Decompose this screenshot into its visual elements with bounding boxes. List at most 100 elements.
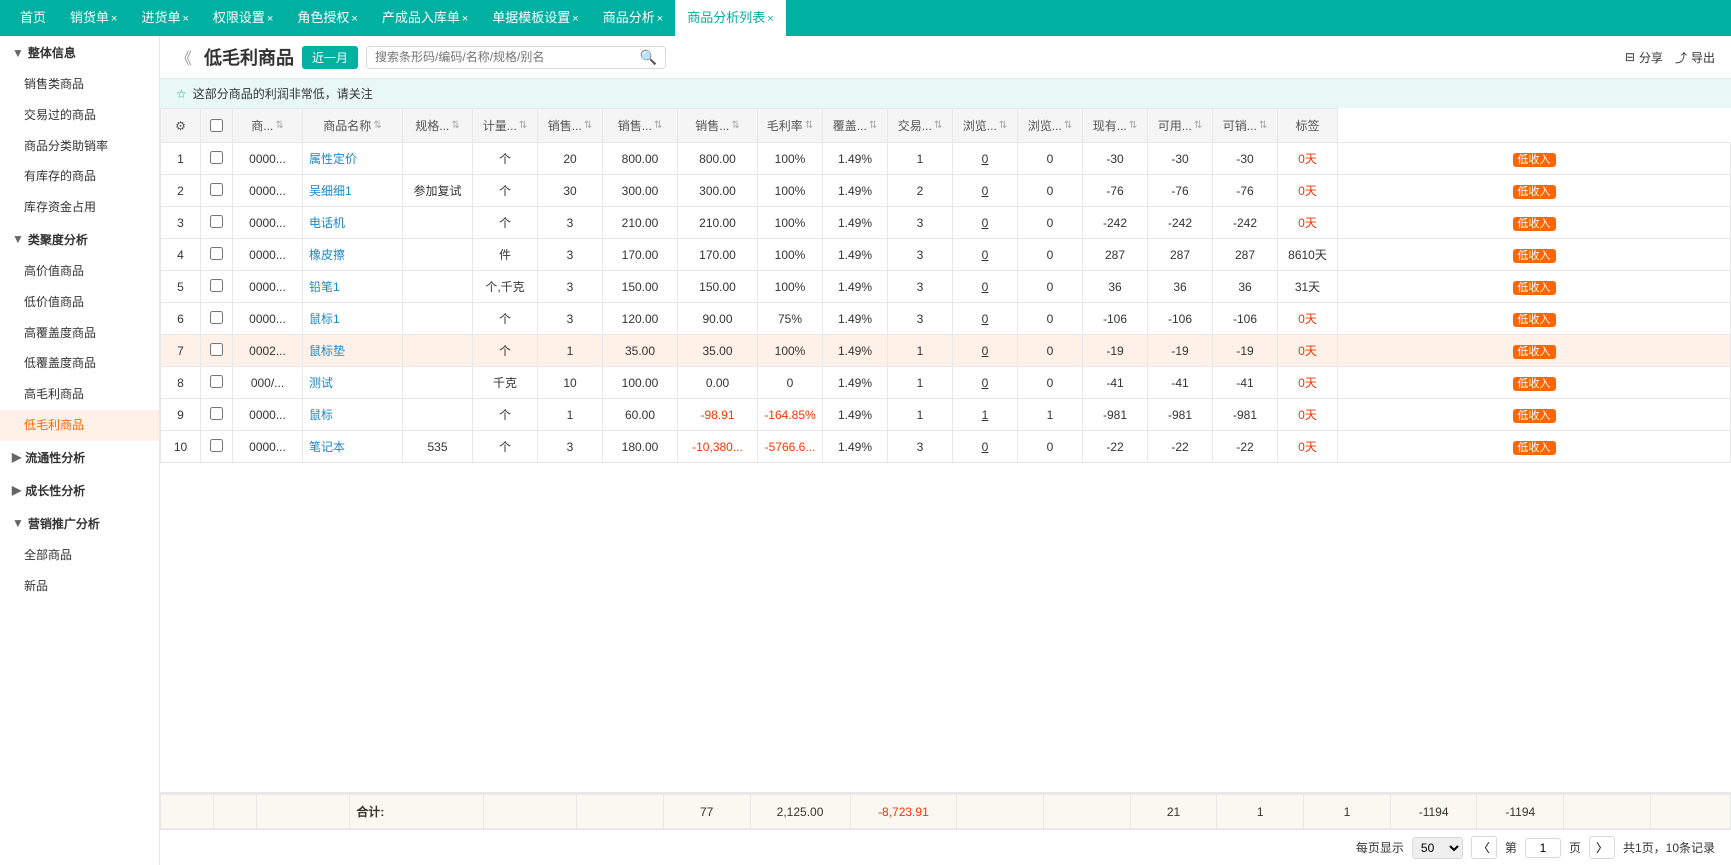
row-name[interactable]: 橡皮擦 (303, 239, 403, 271)
row-checkbox[interactable] (210, 183, 223, 196)
row-checkbox[interactable] (210, 343, 223, 356)
nav-analysis-list-close[interactable]: × (767, 13, 773, 25)
sidebar-item-sales-goods[interactable]: 销售类商品 (0, 69, 159, 100)
sidebar-item-low-coverage[interactable]: 低覆盖度商品 (0, 348, 159, 379)
row-name[interactable]: 鼠标垫 (303, 335, 403, 367)
table-container[interactable]: ⚙ 商...⇅ 商品名称⇅ 规格...⇅ (160, 108, 1731, 792)
nav-template-close[interactable]: × (572, 13, 578, 25)
row-trade-link[interactable]: 0 (982, 344, 989, 358)
col-profit-rate-sort[interactable]: ⇅ (805, 120, 813, 131)
sidebar-item-all-goods[interactable]: 全部商品 (0, 540, 159, 571)
settings-icon[interactable]: ⚙ (175, 119, 186, 133)
next-page-button[interactable]: 〉 (1589, 836, 1615, 859)
sidebar-item-low-value[interactable]: 低价值商品 (0, 287, 159, 318)
row-trade[interactable]: 0 (953, 271, 1018, 303)
row-checkbox[interactable] (210, 439, 223, 452)
col-trade-sort[interactable]: ⇅ (934, 120, 942, 131)
row-name[interactable]: 属性定价 (303, 143, 403, 175)
sidebar-collapse-icon[interactable]: 《 (176, 45, 192, 69)
row-checkbox-cell[interactable] (201, 431, 233, 463)
row-trade[interactable]: 0 (953, 335, 1018, 367)
col-browse1-sort[interactable]: ⇅ (999, 120, 1007, 131)
row-name[interactable]: 鼠标1 (303, 303, 403, 335)
row-checkbox-cell[interactable] (201, 303, 233, 335)
sidebar-item-stock-capital[interactable]: 库存资金占用 (0, 192, 159, 223)
sidebar-item-traded-goods[interactable]: 交易过的商品 (0, 100, 159, 131)
row-checkbox-cell[interactable] (201, 335, 233, 367)
sidebar-item-low-margin[interactable]: 低毛利商品 (0, 410, 159, 441)
row-trade-link[interactable]: 1 (982, 408, 989, 422)
row-checkbox-cell[interactable] (201, 271, 233, 303)
row-checkbox-cell[interactable] (201, 175, 233, 207)
row-checkbox-cell[interactable] (201, 367, 233, 399)
nav-sales-close[interactable]: × (111, 13, 117, 25)
row-trade[interactable]: 0 (953, 303, 1018, 335)
nav-home[interactable]: 首页 (8, 0, 58, 36)
export-button[interactable]: ⤴ 导出 (1675, 49, 1715, 66)
search-icon[interactable]: 🔍 (640, 49, 657, 66)
row-checkbox-cell[interactable] (201, 399, 233, 431)
sidebar-group-overall[interactable]: ▼ 整体信息 (0, 36, 159, 69)
page-number-input[interactable] (1525, 838, 1561, 858)
row-checkbox[interactable] (210, 407, 223, 420)
row-trade[interactable]: 0 (953, 175, 1018, 207)
row-name[interactable]: 测试 (303, 367, 403, 399)
sidebar-item-high-coverage[interactable]: 高覆盖度商品 (0, 318, 159, 349)
per-page-select[interactable]: 50 100 200 (1412, 837, 1463, 859)
row-checkbox[interactable] (210, 279, 223, 292)
col-spec-sort[interactable]: ⇅ (451, 120, 459, 131)
select-all-checkbox[interactable] (210, 119, 223, 132)
row-trade[interactable]: 0 (953, 143, 1018, 175)
col-coverage-sort[interactable]: ⇅ (869, 120, 877, 131)
nav-permissions-close[interactable]: × (267, 13, 273, 25)
search-box[interactable]: 🔍 (366, 46, 666, 69)
nav-products-in-close[interactable]: × (462, 13, 468, 25)
prev-page-button[interactable]: 〈 (1471, 836, 1497, 859)
row-checkbox-cell[interactable] (201, 239, 233, 271)
sidebar-item-high-value[interactable]: 高价值商品 (0, 256, 159, 287)
col-checkbox[interactable] (201, 109, 233, 143)
row-trade-link[interactable]: 0 (982, 248, 989, 262)
row-name[interactable]: 吴细细1 (303, 175, 403, 207)
nav-analysis[interactable]: 商品分析× (591, 0, 675, 36)
search-input[interactable] (375, 50, 640, 64)
sidebar-group-growth[interactable]: ▶ 成长性分析 (0, 474, 159, 507)
row-trade[interactable]: 1 (953, 399, 1018, 431)
col-code-sort[interactable]: ⇅ (275, 120, 283, 131)
row-trade-link[interactable]: 0 (982, 440, 989, 454)
col-unit-sort[interactable]: ⇅ (519, 120, 527, 131)
nav-sales[interactable]: 销货单× (58, 0, 129, 36)
nav-products-in[interactable]: 产成品入库单× (370, 0, 480, 36)
nav-purchase[interactable]: 进货单× (129, 0, 200, 36)
row-checkbox[interactable] (210, 215, 223, 228)
col-available-sort[interactable]: ⇅ (1194, 120, 1202, 131)
row-trade-link[interactable]: 0 (982, 184, 989, 198)
row-checkbox-cell[interactable] (201, 143, 233, 175)
row-checkbox[interactable] (210, 247, 223, 260)
nav-template[interactable]: 单据模板设置× (480, 0, 590, 36)
col-settings[interactable]: ⚙ (161, 109, 201, 143)
row-name[interactable]: 电话机 (303, 207, 403, 239)
nav-roles-close[interactable]: × (351, 13, 357, 25)
row-trade-link[interactable]: 0 (982, 280, 989, 294)
date-filter-button[interactable]: 近一月 (302, 46, 358, 69)
row-trade[interactable]: 0 (953, 431, 1018, 463)
row-trade[interactable]: 0 (953, 367, 1018, 399)
sidebar-item-category-rate[interactable]: 商品分类助销率 (0, 131, 159, 162)
row-name[interactable]: 鼠标 (303, 399, 403, 431)
row-trade-link[interactable]: 0 (982, 152, 989, 166)
sidebar-item-new-goods[interactable]: 新品 (0, 571, 159, 602)
sidebar-group-cluster[interactable]: ▼ 类聚度分析 (0, 223, 159, 256)
col-current-sort[interactable]: ⇅ (1129, 120, 1137, 131)
row-checkbox-cell[interactable] (201, 207, 233, 239)
row-trade[interactable]: 0 (953, 207, 1018, 239)
nav-analysis-close[interactable]: × (657, 13, 663, 25)
col-name-sort[interactable]: ⇅ (373, 120, 381, 131)
share-button[interactable]: ⊟ 分享 (1625, 49, 1663, 66)
sidebar-group-flow[interactable]: ▶ 流通性分析 (0, 441, 159, 474)
col-sale-qty-sort[interactable]: ⇅ (584, 120, 592, 131)
row-checkbox[interactable] (210, 375, 223, 388)
nav-purchase-close[interactable]: × (182, 13, 188, 25)
col-sellable-sort[interactable]: ⇅ (1259, 120, 1267, 131)
row-trade-link[interactable]: 0 (982, 376, 989, 390)
